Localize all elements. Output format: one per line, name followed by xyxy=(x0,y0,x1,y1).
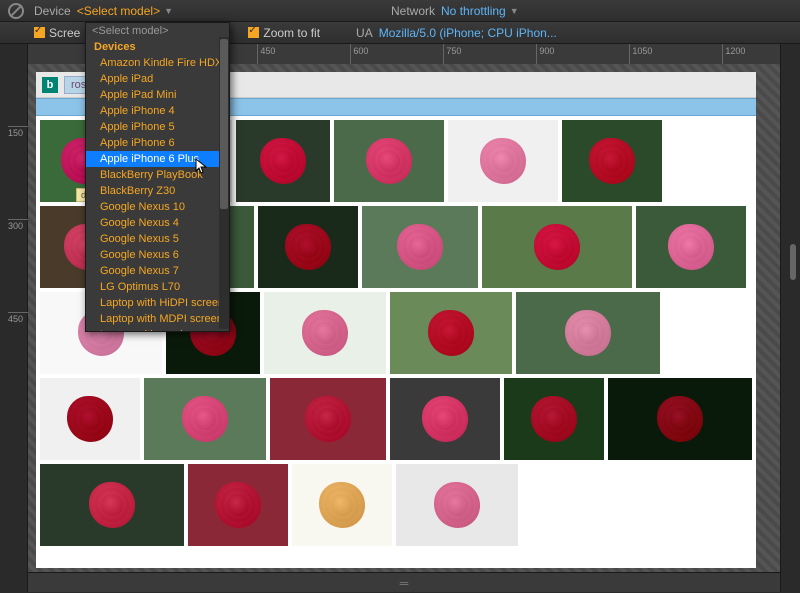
image-result[interactable] xyxy=(504,378,604,460)
image-result[interactable] xyxy=(390,378,500,460)
mouse-cursor-icon xyxy=(195,158,209,179)
zoom-label: Zoom to fit xyxy=(263,26,320,40)
image-result[interactable] xyxy=(270,378,386,460)
device-option[interactable]: Google Nexus 7 xyxy=(86,263,229,279)
device-option[interactable]: Apple iPad Mini xyxy=(86,87,229,103)
network-label: Network xyxy=(391,4,435,18)
image-result[interactable] xyxy=(40,378,140,460)
device-option[interactable]: LG Optimus L70 xyxy=(86,279,229,295)
dropdown-scrollbar[interactable] xyxy=(219,37,229,329)
device-option[interactable]: Google Nexus 5 xyxy=(86,231,229,247)
image-result[interactable] xyxy=(396,464,518,546)
image-result[interactable] xyxy=(608,378,752,460)
device-option[interactable]: Apple iPhone 5 xyxy=(86,119,229,135)
chevron-down-icon: ▼ xyxy=(510,6,519,16)
chevron-down-icon: ▼ xyxy=(164,6,173,16)
ua-label: UA xyxy=(356,26,373,40)
disable-emulation-icon[interactable] xyxy=(8,3,24,19)
screen-label: Scree xyxy=(49,26,80,40)
device-option[interactable]: Laptop with MDPI screen xyxy=(86,311,229,327)
image-result[interactable] xyxy=(482,206,632,288)
image-result[interactable] xyxy=(636,206,746,288)
image-result[interactable] xyxy=(258,206,358,288)
image-result[interactable] xyxy=(516,292,660,374)
network-select[interactable]: No throttling xyxy=(441,4,506,18)
dropdown-group: Devices xyxy=(86,39,229,55)
image-result[interactable] xyxy=(562,120,662,202)
device-option[interactable]: Laptop with touch xyxy=(86,327,229,332)
device-option[interactable]: BlackBerry Z30 xyxy=(86,183,229,199)
ua-value[interactable]: Mozilla/5.0 (iPhone; CPU iPhon... xyxy=(379,26,557,40)
device-label: Device xyxy=(34,4,71,18)
right-sidebar xyxy=(780,44,800,592)
device-option[interactable]: Google Nexus 10 xyxy=(86,199,229,215)
image-result[interactable] xyxy=(448,120,558,202)
device-option[interactable]: Apple iPad xyxy=(86,71,229,87)
device-option[interactable]: Apple iPhone 6 xyxy=(86,135,229,151)
screen-checkbox[interactable] xyxy=(34,27,45,38)
device-option[interactable]: Laptop with HiDPI screen xyxy=(86,295,229,311)
vertical-scrollbar[interactable] xyxy=(790,244,796,280)
device-option[interactable]: Google Nexus 4 xyxy=(86,215,229,231)
dropdown-placeholder: <Select model> xyxy=(86,23,229,39)
image-result[interactable] xyxy=(362,206,478,288)
image-result[interactable] xyxy=(334,120,444,202)
image-result[interactable] xyxy=(236,120,330,202)
image-result[interactable] xyxy=(144,378,266,460)
device-option[interactable]: Amazon Kindle Fire HDX xyxy=(86,55,229,71)
device-option[interactable]: Google Nexus 6 xyxy=(86,247,229,263)
device-select[interactable]: <Select model> xyxy=(77,4,160,18)
vertical-ruler: 150300450 xyxy=(8,64,28,572)
image-result[interactable] xyxy=(40,464,184,546)
device-option[interactable]: Apple iPhone 4 xyxy=(86,103,229,119)
image-result[interactable] xyxy=(390,292,512,374)
bing-logo-icon[interactable]: b xyxy=(42,77,58,93)
resize-handle[interactable]: ═ xyxy=(28,572,780,592)
image-result[interactable] xyxy=(292,464,392,546)
image-result[interactable] xyxy=(188,464,288,546)
image-result[interactable] xyxy=(264,292,386,374)
zoom-checkbox[interactable] xyxy=(248,27,259,38)
